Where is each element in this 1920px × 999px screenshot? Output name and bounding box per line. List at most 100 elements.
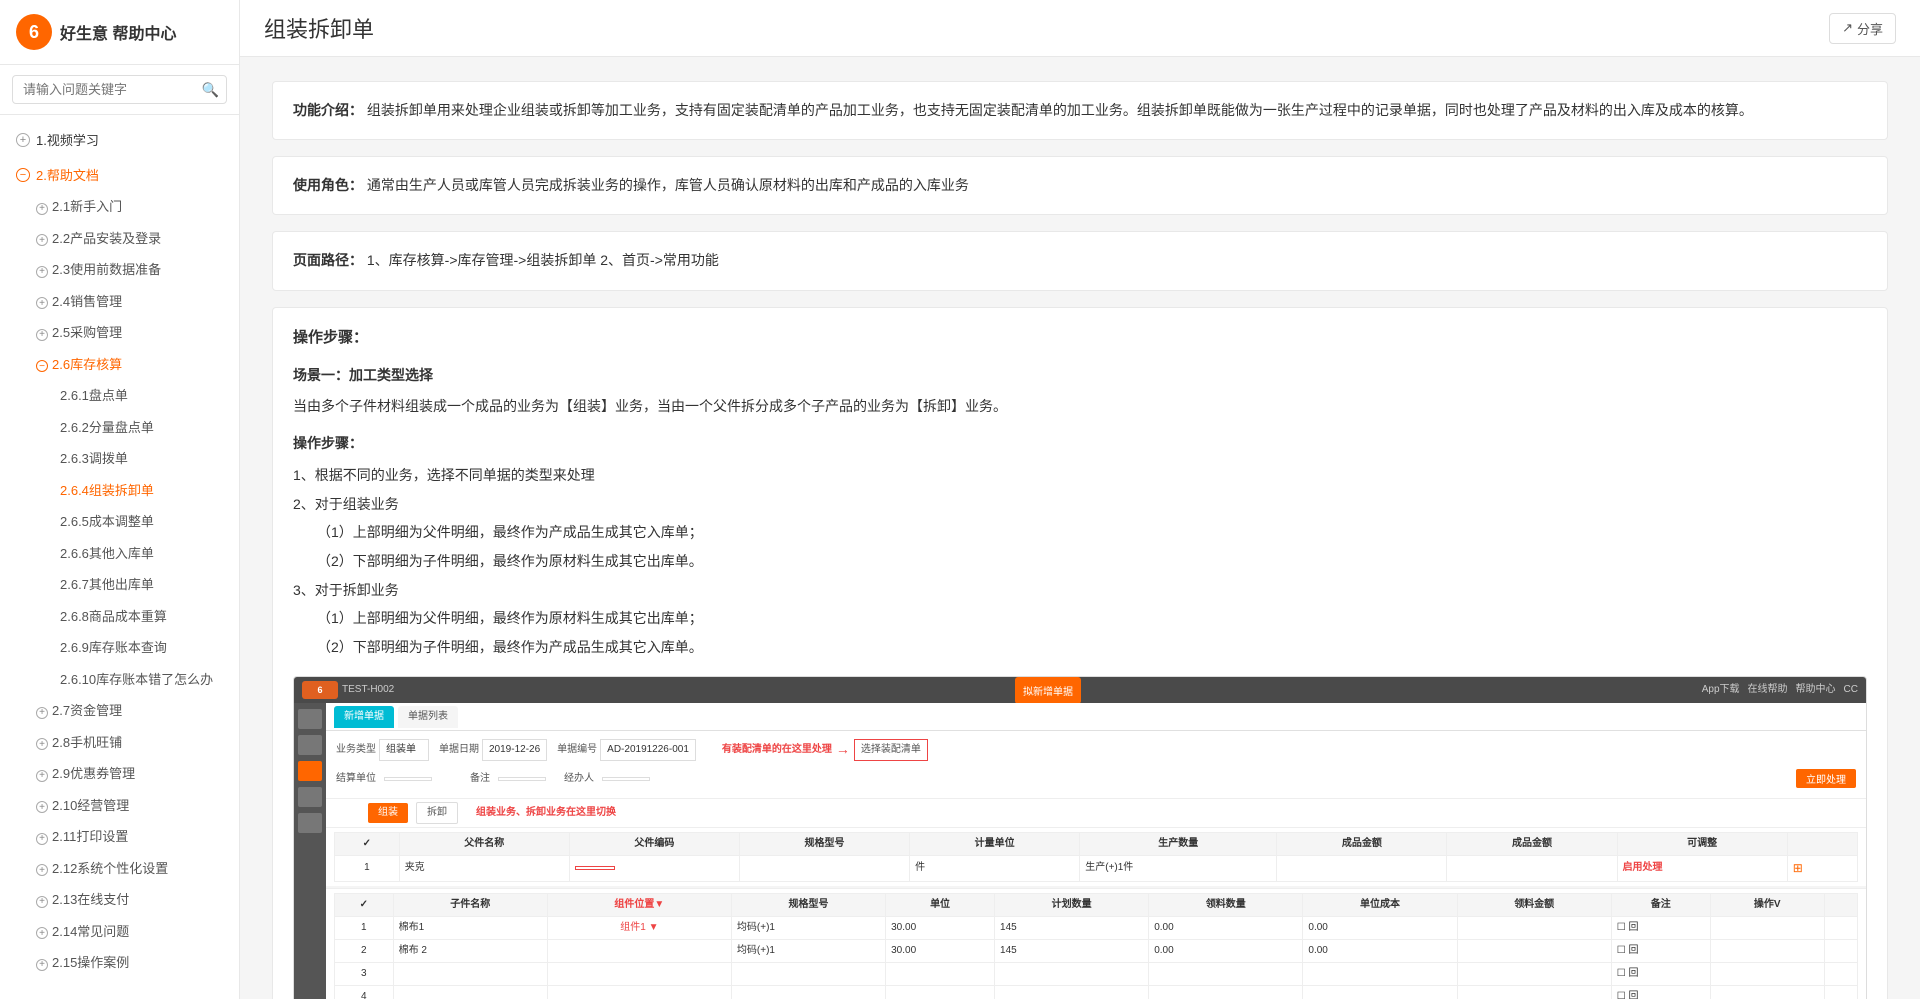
mock-upper-table: ✓ 父件名称 父件编码 规格型号 计量单位 生产数量 成品金额 成品金额 可调整 bbox=[334, 832, 1858, 883]
main-content: 功能介绍： 组装拆卸单用来处理企业组装或拆卸等加工业务，支持有固定装配清单的产品… bbox=[240, 57, 1920, 999]
sidebar-item-ops[interactable]: +2.10经营管理 bbox=[36, 790, 239, 822]
step-2: 2、对于组装业务 bbox=[293, 491, 1867, 518]
mock-upper-header-row: ✓ 父件名称 父件编码 规格型号 计量单位 生产数量 成品金额 成品金额 可调整 bbox=[335, 832, 1858, 855]
mock-assembly-tab: 组装 bbox=[368, 803, 408, 823]
sidebar-item-faq[interactable]: +2.14常见问题 bbox=[36, 916, 239, 948]
sidebar-item-coupon[interactable]: +2.9优惠券管理 bbox=[36, 758, 239, 790]
mock-help: 在线帮助 bbox=[1748, 681, 1788, 699]
mock-nav-icon-3 bbox=[298, 787, 322, 807]
sidebar-item-transfer[interactable]: 2.6.3调拨单 bbox=[56, 443, 239, 475]
operations-block: 操作步骤： 场景一：加工类型选择 当由多个子件材料组装成一个成品的业务为【组装】… bbox=[272, 307, 1888, 999]
mock-enable-cell: 启用处理 bbox=[1617, 855, 1787, 882]
mock-disassembly-tab: 拆卸 bbox=[416, 802, 458, 824]
mock-remark-val bbox=[498, 777, 546, 781]
mock-biz-switch-row: 组装 拆卸 组装业务、拆卸业务在这里切换 bbox=[326, 799, 1866, 828]
step-3: 3、对于拆卸业务 bbox=[293, 577, 1867, 604]
sidebar-item-videos[interactable]: + 1.视频学习 bbox=[0, 123, 239, 156]
sidebar-item-beginner[interactable]: +2.1新手入门 bbox=[36, 191, 239, 223]
expand-icon-payment: + bbox=[36, 896, 48, 908]
sidebar: 6 好生意 帮助中心 🔍 + 1.视频学习 − 2.帮助文档 +2.1新手入门 bbox=[0, 0, 240, 999]
sidebar-item-inventory[interactable]: −2.6库存核算 bbox=[36, 349, 239, 381]
sidebar-item-customize[interactable]: +2.12系统个性化设置 bbox=[36, 853, 239, 885]
mock-annotation3: 启用处理 bbox=[1623, 862, 1663, 873]
role-block: 使用角色： 通常由生产人员或库管人员完成拆装业务的操作，库管人员确认原材料的出库… bbox=[272, 156, 1888, 215]
scene1-desc: 当由多个子件材料组装成一个成品的业务为【组装】业务，当由一个父件拆分成多个子产品… bbox=[293, 394, 1867, 419]
mock-upper-table-area: ✓ 父件名称 父件编码 规格型号 计量单位 生产数量 成品金额 成品金额 可调整 bbox=[326, 828, 1866, 887]
role-label: 使用角色： bbox=[293, 177, 363, 193]
sidebar-item-cost-adjust[interactable]: 2.6.5成本调整单 bbox=[56, 506, 239, 538]
mock-lower-row-2: 2 棉布 2 均码(+)1 30.00 145 0.00 0.00 bbox=[335, 940, 1858, 963]
mock-helpcenter: 帮助中心 bbox=[1796, 681, 1836, 699]
sidebar-item-stocktake[interactable]: 2.6.1盘点单 bbox=[56, 380, 239, 412]
expand-icon-beginner: + bbox=[36, 203, 48, 215]
mock-parent-code-cell bbox=[569, 855, 739, 882]
mock-titlebar: 6 TEST-H002 拟新增单据 App下载 在线帮助 帮助中心 CC bbox=[294, 677, 1866, 703]
logo-text: 好生意 帮助中心 bbox=[60, 20, 176, 44]
sidebar-item-inv-ledger[interactable]: 2.6.9库存账本查询 bbox=[56, 632, 239, 664]
mock-date-val: 2019-12-26 bbox=[482, 739, 547, 761]
expand-icon-mobile: + bbox=[36, 738, 48, 750]
mock-biztype-select: 组装单 bbox=[379, 739, 429, 761]
sidebar-item-partial-stocktake[interactable]: 2.6.2分量盘点单 bbox=[56, 412, 239, 444]
mock-parent-code-input bbox=[575, 866, 615, 870]
sidebar-item-print[interactable]: +2.11打印设置 bbox=[36, 821, 239, 853]
nav-sub-docs: +2.1新手入门 +2.2产品安装及登录 +2.3使用前数据准备 +2.4销售管… bbox=[0, 191, 239, 979]
expand-icon-coupon: + bbox=[36, 770, 48, 782]
sidebar-label-videos: 1.视频学习 bbox=[36, 130, 99, 149]
sidebar-item-mobile[interactable]: +2.8手机旺铺 bbox=[36, 727, 239, 759]
sidebar-item-docs[interactable]: − 2.帮助文档 bbox=[0, 158, 239, 191]
sidebar-item-sales[interactable]: +2.4销售管理 bbox=[36, 286, 239, 318]
mock-logo: 6 bbox=[302, 681, 338, 699]
sidebar-item-cases[interactable]: +2.15操作案例 bbox=[36, 947, 239, 979]
mock-expand-icon[interactable]: ⊞ bbox=[1793, 861, 1803, 875]
mock-docno-val: AD-20191226-001 bbox=[600, 739, 696, 761]
collapse-icon: − bbox=[16, 168, 30, 182]
search-input[interactable] bbox=[12, 75, 227, 104]
mock-lower-table-area: ✓ 子件名称 组件位置▼ 规格型号 单位 计划数量 领料数量 单位成本 领料金额 bbox=[326, 888, 1866, 999]
expand-icon-install: + bbox=[36, 234, 48, 246]
mock-tab-active: 新增单据 bbox=[334, 706, 394, 728]
step-2-1: （1）上部明细为父件明细，最终作为产成品生成其它入库单； bbox=[317, 519, 1867, 546]
collapse-icon-inventory: − bbox=[36, 360, 48, 372]
share-button[interactable]: ↗ 分享 bbox=[1829, 13, 1896, 44]
top-bar: 组装拆卸单 ↗ 分享 bbox=[240, 0, 1920, 57]
sidebar-item-assembly[interactable]: 2.6.4组装拆卸单 bbox=[56, 475, 239, 507]
arrow-right-icon: → bbox=[836, 737, 850, 762]
mock-leftnav bbox=[294, 703, 326, 999]
step-3-1: （1）上部明细为父件明细，最终作为原材料生成其它出库单； bbox=[317, 605, 1867, 632]
sidebar-item-other-in[interactable]: 2.6.6其他入库单 bbox=[56, 538, 239, 570]
sidebar-item-payment[interactable]: +2.13在线支付 bbox=[36, 884, 239, 916]
mock-confirm-btn[interactable]: 立即处理 bbox=[1796, 769, 1856, 788]
mock-tab-list: 单据列表 bbox=[398, 706, 458, 728]
scene1-heading: 场景一：加工类型选择 bbox=[293, 363, 1867, 388]
mock-nav-icon-active bbox=[298, 761, 322, 781]
mock-date-group: 单据日期 2019-12-26 bbox=[439, 739, 547, 761]
sidebar-item-other-out[interactable]: 2.6.7其他出库单 bbox=[56, 569, 239, 601]
mock-form-row1: 业务类型 组装单 单据日期 2019-12-26 单据编号 AD-2019122… bbox=[336, 737, 1856, 762]
share-icon: ↗ bbox=[1842, 20, 1853, 36]
sidebar-item-cost-recalc[interactable]: 2.6.8商品成本重算 bbox=[56, 601, 239, 633]
sidebar-item-purchase[interactable]: +2.5采购管理 bbox=[36, 317, 239, 349]
sidebar-item-inv-ledger-fix[interactable]: 2.6.10库存账本错了怎么办 bbox=[56, 664, 239, 696]
mock-lower-row-4: 4 ☐ 回 bbox=[335, 986, 1858, 999]
step-3-2: （2）下部明细为子件明细，最终作为产成品生成其它入库单。 bbox=[317, 634, 1867, 661]
mock-annotation2: 组装业务、拆卸业务在这里切换 bbox=[476, 804, 616, 822]
mock-nav-icon-4 bbox=[298, 813, 322, 833]
sidebar-item-finance[interactable]: +2.7资金管理 bbox=[36, 695, 239, 727]
sidebar-item-install[interactable]: +2.2产品安装及登录 bbox=[36, 223, 239, 255]
path-block: 页面路径： 1、库存核算->库存管理->组装拆卸单 2、首页->常用功能 bbox=[272, 231, 1888, 290]
expand-icon-print: + bbox=[36, 833, 48, 845]
mock-company-id: TEST-H002 bbox=[342, 681, 394, 699]
expand-icon-purchase: + bbox=[36, 329, 48, 341]
content-area: 组装拆卸单 ↗ 分享 功能介绍： 组装拆卸单用来处理企业组装或拆卸等加工业务，支… bbox=[240, 0, 1920, 999]
sidebar-item-dataprep[interactable]: +2.3使用前数据准备 bbox=[36, 254, 239, 286]
expand-icon-ops: + bbox=[36, 801, 48, 813]
expand-icon-customize: + bbox=[36, 864, 48, 876]
mock-docno-group: 单据编号 AD-20191226-001 bbox=[557, 739, 696, 761]
mock-apps: App下载 bbox=[1702, 681, 1740, 699]
mock-upper-row-1: 1 夹克 件 生产(+)1件 bbox=[335, 855, 1858, 882]
step-1: 1、根据不同的业务，选择不同单据的类型来处理 bbox=[293, 462, 1867, 489]
page-title: 组装拆卸单 bbox=[264, 12, 374, 44]
path-text: 1、库存核算->库存管理->组装拆卸单 2、首页->常用功能 bbox=[367, 252, 719, 268]
mock-new-order-btn: 拟新增单据 bbox=[1015, 677, 1081, 704]
